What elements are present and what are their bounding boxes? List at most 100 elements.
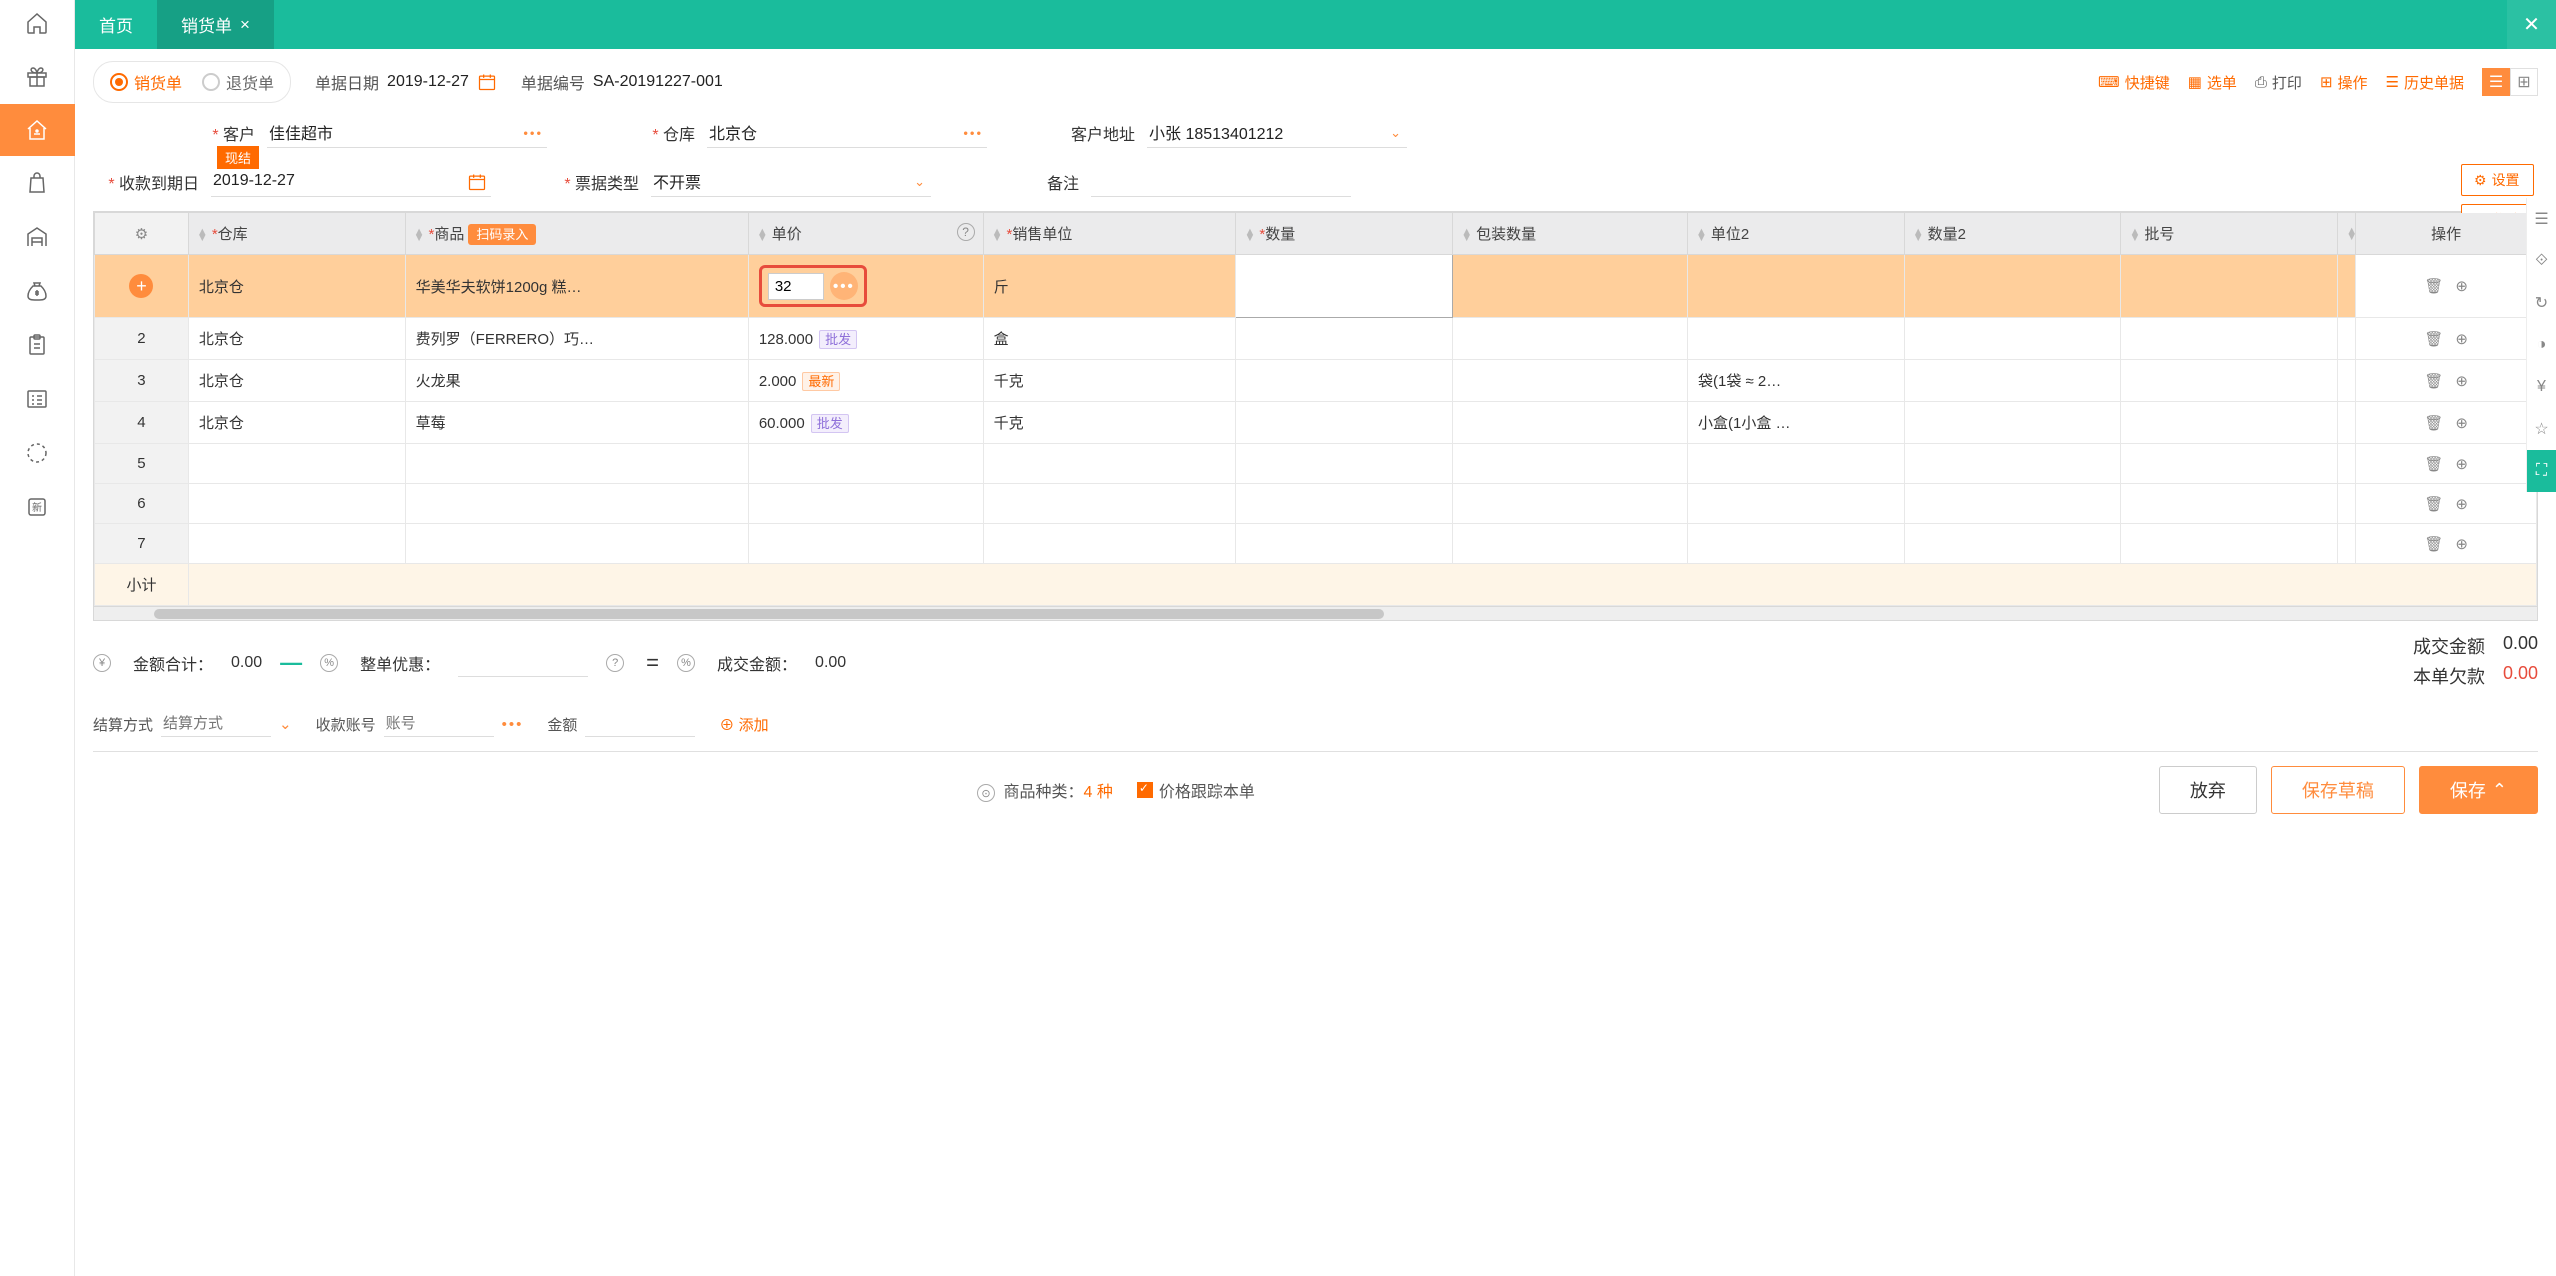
discard-button[interactable]: 放弃 (2159, 766, 2257, 814)
col-pack-qty[interactable]: ▲▼包装数量 (1453, 213, 1688, 255)
tool-ops[interactable]: ⊞操作 (2320, 72, 2368, 93)
copy-row-icon[interactable]: ⊕ (2455, 277, 2468, 295)
sales-icon[interactable] (0, 104, 75, 156)
addr-input[interactable] (1147, 117, 1407, 148)
copy-row-icon[interactable]: ⊕ (2455, 535, 2468, 553)
price-more-icon[interactable]: ••• (830, 272, 858, 300)
sync-icon[interactable] (24, 440, 50, 466)
price-help-icon[interactable]: ? (957, 223, 975, 241)
add-payment-button[interactable]: ⊕ 添加 (719, 714, 768, 735)
table-row[interactable]: 2 北京仓 费列罗（FERRERO）巧… 128.000批发 盒 🗑⊕ (95, 318, 2537, 360)
table-row[interactable]: 3 北京仓 火龙果 2.000最新 千克 袋(1袋 ≈ 2… 🗑⊕ (95, 360, 2537, 402)
window-close-icon[interactable]: ✕ (2507, 0, 2556, 49)
clipboard-icon[interactable] (24, 332, 50, 358)
rr-person-icon[interactable]: ◑ (2526, 324, 2556, 366)
view-grid-icon[interactable]: ⊞ (2510, 68, 2538, 96)
customer-more-icon[interactable]: ••• (523, 125, 543, 140)
close-tab-icon[interactable]: × (240, 15, 250, 35)
radio-return[interactable]: 退货单 (202, 70, 274, 94)
col-warehouse[interactable]: ▲▼*仓库 (188, 213, 405, 255)
tool-shortcut[interactable]: ⌨快捷键 (2098, 72, 2170, 93)
delete-row-icon[interactable]: 🗑 (2424, 414, 2443, 432)
col-batch[interactable]: ▲▼批号 (2121, 213, 2338, 255)
table-gear-icon[interactable]: ⚙ (135, 226, 148, 243)
due-input[interactable] (211, 166, 491, 197)
pay-amount-input[interactable] (585, 711, 695, 737)
customer-input[interactable] (267, 117, 547, 148)
price-track-checkbox[interactable]: 价格跟踪本单 (1137, 778, 1255, 802)
sum-label: 金额合计： (133, 651, 213, 675)
save-draft-button[interactable]: 保存草稿 (2271, 766, 2405, 814)
col-price[interactable]: ▲▼单价? (748, 213, 983, 255)
due-calendar-icon[interactable] (467, 172, 487, 192)
copy-row-icon[interactable]: ⊕ (2455, 330, 2468, 348)
copy-row-icon[interactable]: ⊕ (2455, 372, 2468, 390)
addr-caret-icon[interactable]: ⌄ (1390, 125, 1403, 141)
delete-row-icon[interactable]: 🗑 (2424, 372, 2443, 390)
col-sale-unit[interactable]: ▲▼*销售单位 (983, 213, 1236, 255)
docno-label: 单据编号 (521, 70, 585, 94)
warehouse-input[interactable] (707, 117, 987, 148)
help-icon[interactable]: ? (606, 654, 624, 672)
col-qty[interactable]: ▲▼*数量 (1236, 213, 1453, 255)
tool-history[interactable]: ☰历史单据 (2386, 72, 2464, 93)
copy-row-icon[interactable]: ⊕ (2455, 414, 2468, 432)
delete-row-icon[interactable]: 🗑 (2424, 455, 2443, 473)
bag-icon[interactable] (24, 170, 50, 196)
pay-method-caret-icon[interactable]: ⌄ (279, 715, 292, 733)
tab-home[interactable]: 首页 (75, 0, 157, 49)
col-qty2[interactable]: ▲▼数量2 (1904, 213, 2121, 255)
pay-account-more-icon[interactable]: ••• (502, 716, 524, 733)
rr-star-icon[interactable]: ☆ (2526, 408, 2556, 450)
calendar-icon[interactable] (477, 72, 497, 92)
warehouse-more-icon[interactable]: ••• (963, 125, 983, 140)
tool-pick[interactable]: ▦选单 (2188, 72, 2237, 93)
save-button[interactable]: 保存 ⌃ (2419, 766, 2538, 814)
copy-row-icon[interactable]: ⊕ (2455, 495, 2468, 513)
warehouse-icon[interactable] (24, 224, 50, 250)
table-row[interactable]: 5🗑⊕ (95, 444, 2537, 484)
add-row-icon[interactable]: + (129, 274, 153, 298)
table-hscroll[interactable] (94, 606, 2537, 620)
col-ops: 操作 (2356, 213, 2537, 255)
rr-refresh-icon[interactable]: ↻ (2526, 282, 2556, 324)
remark-input[interactable] (1091, 166, 1351, 197)
view-list-icon[interactable]: ☰ (2482, 68, 2510, 96)
qty-input[interactable] (1236, 255, 1453, 318)
rr-expand-icon[interactable]: ⛶ (2526, 450, 2556, 492)
subtotal-row: 小计 (95, 564, 2537, 606)
pay-method-input[interactable] (161, 711, 271, 737)
tab-sales[interactable]: 销货单× (157, 0, 274, 49)
list-icon[interactable] (24, 386, 50, 412)
date-value[interactable]: 2019-12-27 (387, 73, 469, 91)
table-row[interactable]: 7🗑⊕ (95, 524, 2537, 564)
table-row[interactable]: 6🗑⊕ (95, 484, 2537, 524)
rr-note-icon[interactable]: ☰ (2526, 198, 2556, 240)
discount-input[interactable] (458, 650, 588, 677)
table-row[interactable]: + 北京仓 华美华夫软饼1200g 糕… ••• 斤 🗑⊕ (95, 255, 2537, 318)
scan-badge[interactable]: 扫码录入 (468, 224, 536, 245)
delete-row-icon[interactable]: 🗑 (2424, 495, 2443, 513)
new-icon[interactable]: 新 (24, 494, 50, 520)
invoice-caret-icon[interactable]: ⌄ (914, 174, 927, 190)
rr-currency-icon[interactable]: ¥ (2526, 366, 2556, 408)
col-unit2[interactable]: ▲▼单位2 (1688, 213, 1905, 255)
money-bag-icon[interactable] (24, 278, 50, 304)
copy-row-icon[interactable]: ⊕ (2455, 455, 2468, 473)
equals-icon: = (646, 650, 659, 676)
pay-account-input[interactable] (384, 711, 494, 737)
delete-row-icon[interactable]: 🗑 (2424, 277, 2443, 295)
tool-print[interactable]: ⎙打印 (2255, 72, 2302, 93)
home-icon[interactable] (24, 10, 50, 36)
col-product[interactable]: ▲▼*商品扫码录入 (405, 213, 748, 255)
invoice-input[interactable] (651, 166, 931, 197)
rr-link-icon[interactable]: ⟐ (2526, 240, 2556, 282)
addr-label: 客户地址 (1043, 121, 1135, 145)
radio-sales[interactable]: 销货单 (110, 70, 182, 94)
gift-icon[interactable] (24, 64, 50, 90)
table-row[interactable]: 4 北京仓 草莓 60.000批发 千克 小盒(1小盒 … 🗑⊕ (95, 402, 2537, 444)
delete-row-icon[interactable]: 🗑 (2424, 535, 2443, 553)
right-rail: ☰ ⟐ ↻ ◑ ¥ ☆ ⛶ (2526, 198, 2556, 492)
price-input[interactable] (768, 273, 824, 300)
delete-row-icon[interactable]: 🗑 (2424, 330, 2443, 348)
